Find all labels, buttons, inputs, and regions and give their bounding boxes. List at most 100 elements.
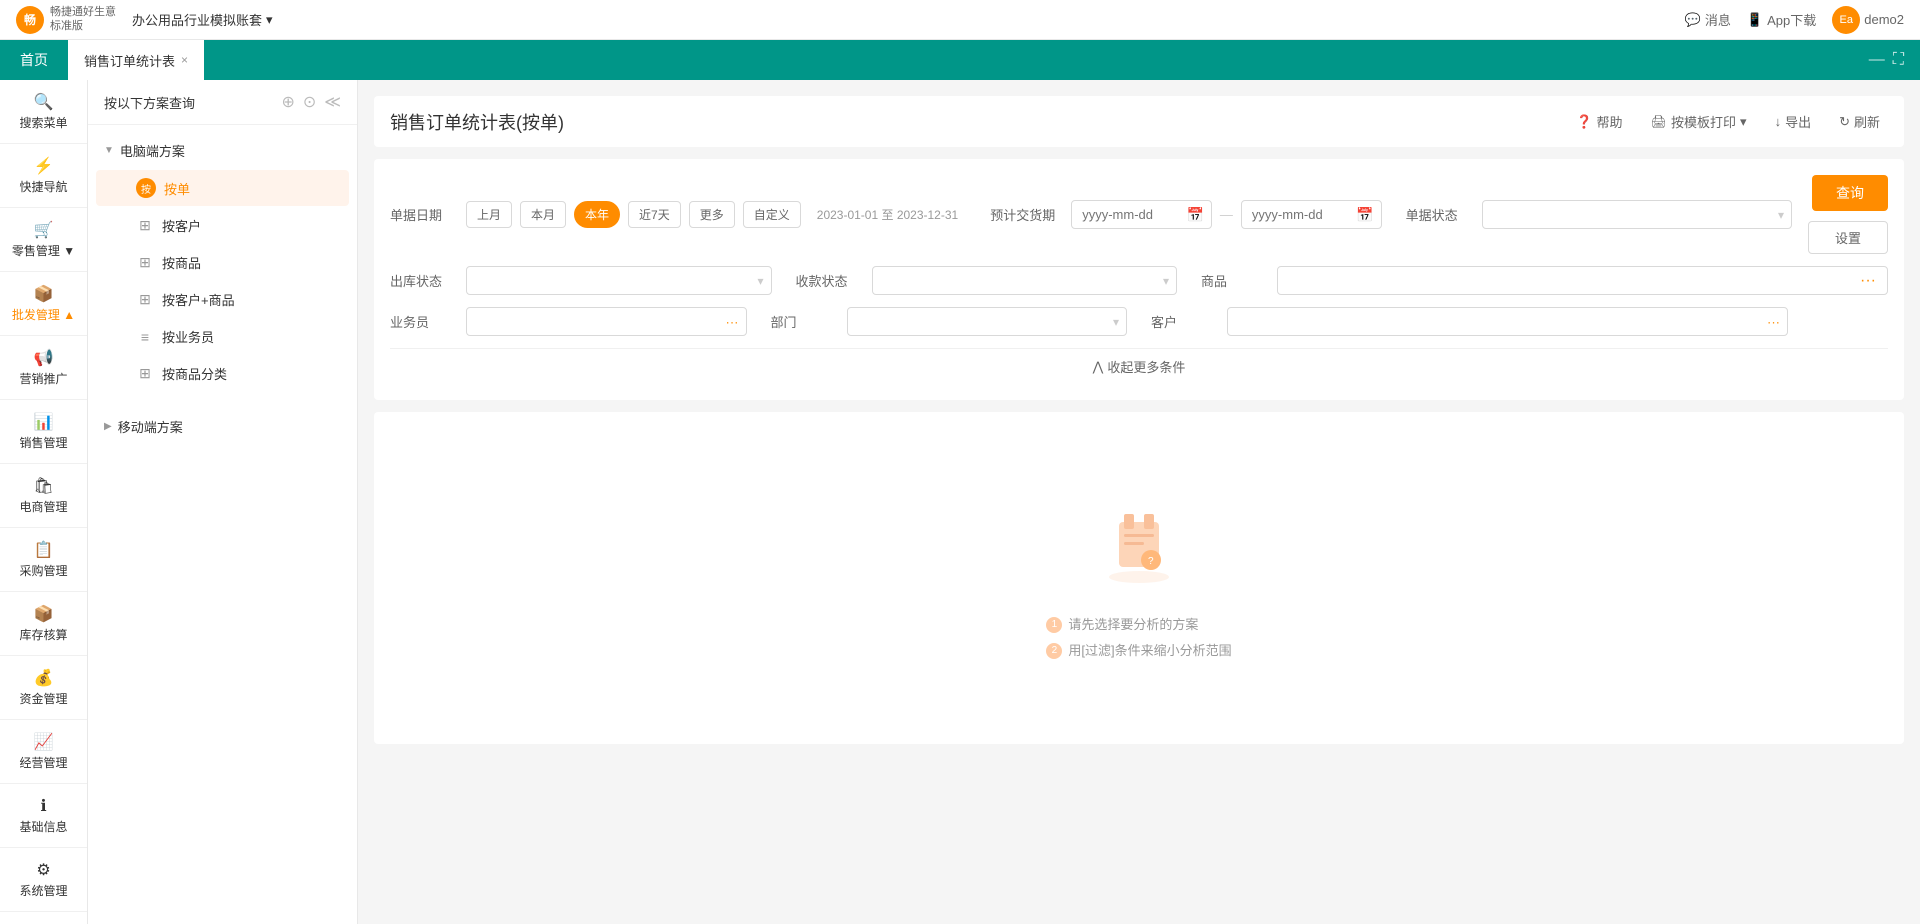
tab-maximize-icon[interactable]: ⛶: [1893, 51, 1904, 69]
customer-input[interactable]: [1227, 307, 1788, 336]
sidebar-item-system[interactable]: ⚙ 系统管理: [0, 848, 87, 912]
sidebar-item-finance[interactable]: 💰 资金管理: [0, 656, 87, 720]
tab-close-icon[interactable]: ×: [181, 53, 188, 67]
scheme-by-product[interactable]: ⊞ 按商品: [96, 245, 349, 280]
quick-nav-icon: ⚡: [8, 156, 79, 176]
top-bar-left: 畅 畅捷通好生意 标准版 办公用品行业模拟账套 ▾: [16, 6, 281, 34]
department-dropdown[interactable]: [847, 307, 1128, 336]
date-btn-this-month[interactable]: 本月: [520, 201, 566, 228]
tip-num-1: 1: [1046, 617, 1062, 633]
retail-icon: 🛒: [8, 220, 79, 240]
delivery-date-start-picker: 📅: [1071, 200, 1212, 229]
scheme-by-salesperson[interactable]: ≡ 按业务员: [96, 319, 349, 354]
sidebar-item-operation[interactable]: 📈 经营管理: [0, 720, 87, 784]
tab-sales-order[interactable]: 销售订单统计表 ×: [68, 40, 204, 80]
scheme-by-customer[interactable]: ⊞ 按客户: [96, 208, 349, 243]
sidebar-item-marketing[interactable]: 📢 营销推广: [0, 336, 87, 400]
chevron-down-icon: ▾: [266, 12, 273, 28]
user-profile[interactable]: Ea demo2: [1832, 6, 1904, 34]
bill-status-dropdown[interactable]: [1482, 200, 1792, 229]
query-button[interactable]: 查询: [1812, 175, 1888, 211]
customer-select: ···: [1227, 307, 1788, 336]
sidebar: 🔍 搜索菜单 ⚡ 快捷导航 🛒 零售管理 ▼ 📦 批发管理 ▲ 📢 营销推广 📊…: [0, 80, 88, 924]
tab-home[interactable]: 首页: [0, 40, 68, 80]
date-btn-last-7-days[interactable]: 近7天: [628, 201, 681, 228]
payment-status-label: 收款状态: [796, 271, 856, 290]
app-download-button[interactable]: 📱 App下载: [1747, 10, 1816, 29]
customer-more-icon[interactable]: ···: [1767, 314, 1780, 329]
sidebar-item-ecommerce[interactable]: 🛍 电商管理: [0, 464, 87, 528]
content-area: 按以下方案查询 ⊕ ⊙ ≪ ▼ 电脑端方案 按 按单 ⊞: [88, 80, 1920, 924]
sidebar-item-inventory[interactable]: 📦 库存核算: [0, 592, 87, 656]
empty-tip-1: 1 请先选择要分析的方案: [1046, 612, 1231, 638]
page-title: 销售订单统计表(按单): [390, 109, 564, 135]
query-actions: 查询 设置: [1808, 175, 1888, 254]
export-icon: ↓: [1775, 114, 1782, 129]
salesperson-input[interactable]: [466, 307, 747, 336]
mobile-scheme-header[interactable]: ▶ 移动端方案: [88, 409, 357, 444]
sidebar-item-wholesale[interactable]: 📦 批发管理 ▲: [0, 272, 87, 336]
logo-text: 畅捷通好生意 标准版: [50, 6, 116, 32]
delivery-status-dropdown[interactable]: [466, 266, 772, 295]
left-panel-header: 按以下方案查询 ⊕ ⊙ ≪: [88, 80, 357, 125]
sidebar-item-sales[interactable]: 📊 销售管理: [0, 400, 87, 464]
scheme-by-customer-icon: ⊞: [136, 217, 154, 235]
sidebar-item-search[interactable]: 🔍 搜索菜单: [0, 80, 87, 144]
mobile-section-title: 移动端方案: [118, 417, 183, 436]
goods-input[interactable]: [1277, 266, 1888, 295]
salesperson-select: ···: [466, 307, 747, 336]
goods-more-icon[interactable]: ···: [1856, 272, 1880, 290]
wholesale-icon: 📦: [8, 284, 79, 304]
collapse-panel-button[interactable]: ≪: [324, 92, 341, 112]
date-btn-this-year[interactable]: 本年: [574, 201, 620, 228]
payment-status-select: ▾: [872, 266, 1178, 295]
system-icon: ⚙: [8, 860, 79, 880]
refresh-button[interactable]: ↻ 刷新: [1831, 108, 1888, 135]
mobile-section-arrow-icon: ▶: [104, 421, 112, 432]
message-button[interactable]: 💬 消息: [1685, 10, 1731, 29]
goods-label: 商品: [1201, 271, 1261, 290]
scheme-by-cust-prod[interactable]: ⊞ 按客户+商品: [96, 282, 349, 317]
filter-area: 单据日期 上月 本月 本年 近7天 更多 自定义 2023-01-01 至 20…: [374, 159, 1904, 400]
basic-icon: ℹ: [8, 796, 79, 816]
tab-minimize-icon[interactable]: —: [1869, 51, 1885, 69]
right-panel: 销售订单统计表(按单) ❓ 帮助 🖨 按模板打印 ▾ ↓ 导出: [358, 80, 1920, 924]
sidebar-item-retail[interactable]: 🛒 零售管理 ▼: [0, 208, 87, 272]
department-label: 部门: [771, 312, 831, 331]
scheme-by-category[interactable]: ⊞ 按商品分类: [96, 356, 349, 391]
export-button[interactable]: ↓ 导出: [1767, 108, 1820, 135]
template-print-button[interactable]: 🖨 按模板打印 ▾: [1643, 108, 1755, 135]
scheme-by-customer-label: 按客户: [162, 216, 201, 235]
print-dropdown-icon: ▾: [1740, 114, 1747, 130]
print-icon: 🖨: [1651, 114, 1668, 130]
scheme-by-order[interactable]: 按 按单: [96, 170, 349, 206]
purchase-icon: 📋: [8, 540, 79, 560]
empty-tip-2: 2 用[过滤]条件来缩小分析范围: [1046, 638, 1231, 664]
delivery-date-start-input[interactable]: [1071, 200, 1212, 229]
company-selector[interactable]: 办公用品行业模拟账套 ▾: [124, 6, 281, 33]
sidebar-item-quick-nav[interactable]: ⚡ 快捷导航: [0, 144, 87, 208]
help-button[interactable]: ❓ 帮助: [1568, 108, 1630, 135]
delivery-status-label: 出库状态: [390, 271, 450, 290]
sidebar-item-enterprise[interactable]: 🏢 企业协同: [0, 912, 87, 924]
scheme-by-category-label: 按商品分类: [162, 364, 227, 383]
date-btn-last-month[interactable]: 上月: [466, 201, 512, 228]
add-scheme-button[interactable]: ⊕: [281, 92, 294, 112]
date-btn-more[interactable]: 更多: [689, 201, 735, 228]
collapse-filter-button[interactable]: ⋀ 收起更多条件: [390, 348, 1888, 384]
empty-illustration: ?: [1089, 492, 1189, 592]
payment-status-dropdown[interactable]: [872, 266, 1178, 295]
delivery-date-end-picker: 📅: [1241, 200, 1382, 229]
page-actions: ❓ 帮助 🖨 按模板打印 ▾ ↓ 导出 ↻ 刷新: [1568, 108, 1888, 135]
delivery-date-end-input[interactable]: [1241, 200, 1382, 229]
left-panel-actions: ⊕ ⊙ ≪: [281, 92, 341, 112]
sidebar-item-basic[interactable]: ℹ 基础信息: [0, 784, 87, 848]
sidebar-item-purchase[interactable]: 📋 采购管理: [0, 528, 87, 592]
setting-scheme-button[interactable]: ⊙: [303, 92, 316, 112]
pc-scheme-header[interactable]: ▼ 电脑端方案: [88, 133, 357, 168]
date-buttons-group: 上月 本月 本年 近7天 更多 自定义: [466, 201, 801, 228]
scheme-by-cust-prod-icon: ⊞: [136, 291, 154, 309]
salesperson-more-icon[interactable]: ···: [726, 314, 739, 329]
settings-button[interactable]: 设置: [1808, 221, 1888, 254]
date-btn-custom[interactable]: 自定义: [743, 201, 801, 228]
